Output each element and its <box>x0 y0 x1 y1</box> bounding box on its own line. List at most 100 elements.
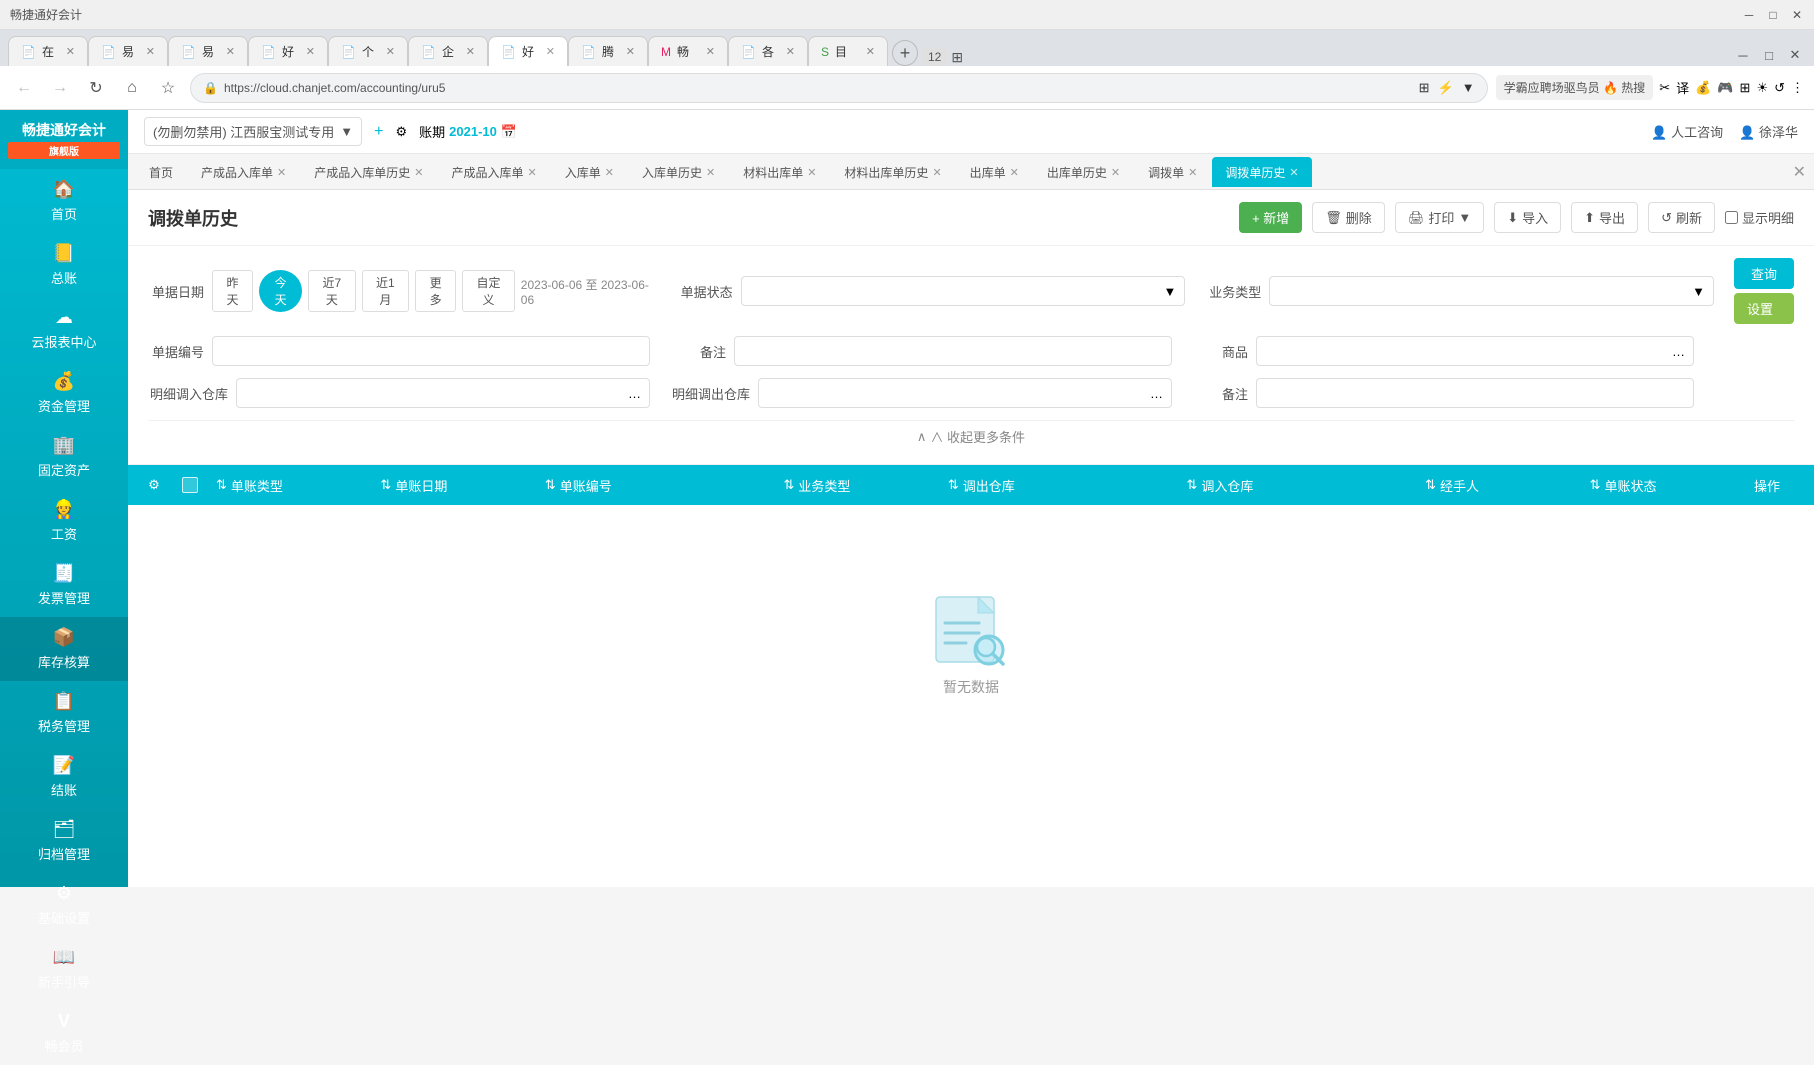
tab-product-in[interactable]: 产成品入库单 ✕ <box>188 157 299 187</box>
browser-tab-7[interactable]: 📄好✕ <box>488 36 568 66</box>
refresh-button[interactable]: ↺ 刷新 <box>1648 202 1715 233</box>
tab-material-out-close[interactable]: ✕ <box>807 166 816 179</box>
sidebar-item-archive[interactable]: 🗂 归档管理 <box>0 809 128 873</box>
display-checkbox[interactable] <box>1725 211 1738 224</box>
th-settings[interactable]: ⚙ <box>136 477 172 493</box>
select-all-checkbox[interactable] <box>182 477 198 493</box>
date-custom-btn[interactable]: 自定义 <box>462 270 515 312</box>
tab-product-in2-close[interactable]: ✕ <box>528 166 537 179</box>
new-tab-button[interactable]: + <box>892 40 918 66</box>
sidebar-item-inventory[interactable]: 📦 库存核算 <box>0 617 128 681</box>
sidebar-item-vip[interactable]: V 畅会员 <box>0 1001 128 1065</box>
tab-out-close[interactable]: ✕ <box>1010 166 1019 179</box>
tab-product-in-close[interactable]: ✕ <box>277 166 286 179</box>
browser-tab-4[interactable]: 📄好✕ <box>248 36 328 66</box>
sidebar-item-closing[interactable]: 📝 结账 <box>0 745 128 809</box>
th-handler[interactable]: ⇅ 经手人 <box>1417 476 1581 495</box>
tab-transfer-close[interactable]: ✕ <box>1188 166 1197 179</box>
tab-in[interactable]: 入库单 ✕ <box>552 157 627 187</box>
date-more-btn[interactable]: 更多 <box>415 270 456 312</box>
tab-in-close[interactable]: ✕ <box>605 166 614 179</box>
import-button[interactable]: ⬇ 导入 <box>1494 202 1561 233</box>
query-button[interactable]: 查询 <box>1734 258 1794 289</box>
tab-material-out[interactable]: 材料出库单 ✕ <box>730 157 829 187</box>
user-profile-btn[interactable]: 👤 徐泽华 <box>1739 122 1798 141</box>
settings-button[interactable]: 设置 <box>1734 293 1794 324</box>
browser-tab-6[interactable]: 📄企✕ <box>408 36 488 66</box>
tab-home[interactable]: 首页 <box>136 157 186 187</box>
sidebar-item-payroll[interactable]: 👷 工资 <box>0 489 128 553</box>
print-button[interactable]: 🖨 打印 ▼ <box>1395 202 1484 233</box>
browser-tab-3[interactable]: 📄易✕ <box>168 36 248 66</box>
detail-in-select[interactable]: … <box>236 378 650 408</box>
add-company-btn[interactable]: + <box>374 123 383 141</box>
biz-select[interactable]: ▼ <box>1269 276 1714 306</box>
date-today-btn[interactable]: 今天 <box>259 270 302 312</box>
th-transfer-out[interactable]: ⇅ 调出仓库 <box>940 476 1179 495</box>
date-yesterday-btn[interactable]: 昨天 <box>212 270 253 312</box>
service-btn[interactable]: 👤 人工咨询 <box>1651 122 1723 141</box>
collapse-filter-btn[interactable]: ∧ ∧ 收起更多条件 <box>148 420 1794 452</box>
date-1month-btn[interactable]: 近1月 <box>362 270 409 312</box>
sidebar-item-settings[interactable]: ⚙ 基础设置 <box>0 873 128 937</box>
tab-transfer[interactable]: 调拨单 ✕ <box>1135 157 1210 187</box>
tab-product-in-hist[interactable]: 产成品入库单历史 ✕ <box>301 157 436 187</box>
docnum-input[interactable] <box>212 336 650 366</box>
sidebar-item-reports[interactable]: ☁ 云报表中心 <box>0 297 128 361</box>
sidebar-item-assets[interactable]: 🏢 固定资产 <box>0 425 128 489</box>
browser-tab-2[interactable]: 📄易✕ <box>88 36 168 66</box>
display-toggle[interactable]: 显示明细 <box>1725 208 1794 227</box>
th-doc-type[interactable]: ⇅ 单账类型 <box>208 476 372 495</box>
status-select[interactable]: ▼ <box>741 276 1186 306</box>
tab-out[interactable]: 出库单 ✕ <box>957 157 1032 187</box>
th-doc-status[interactable]: ⇅ 单账状态 <box>1582 476 1746 495</box>
note-input[interactable] <box>1256 378 1694 408</box>
browser-tab-5[interactable]: 📄个✕ <box>328 36 408 66</box>
forward-button[interactable]: → <box>46 74 74 102</box>
tab-in-hist[interactable]: 入库单历史 ✕ <box>629 157 728 187</box>
date-7days-btn[interactable]: 近7天 <box>308 270 355 312</box>
new-button[interactable]: + 新增 <box>1239 202 1302 233</box>
tab-product-in2[interactable]: 产成品入库单 ✕ <box>438 157 549 187</box>
settings-gear[interactable]: ⚙ <box>396 124 408 140</box>
reload-button[interactable]: ↻ <box>82 74 110 102</box>
browser-max-button[interactable]: □ <box>1758 44 1780 66</box>
maximize-button[interactable]: □ <box>1762 4 1784 26</box>
th-doc-date[interactable]: ⇅ 单账日期 <box>372 476 536 495</box>
goods-select[interactable]: … <box>1256 336 1694 366</box>
tab-in-hist-close[interactable]: ✕ <box>706 166 715 179</box>
tab-transfer-hist[interactable]: 调拨单历史 ✕ <box>1212 157 1311 187</box>
th-checkbox[interactable] <box>172 477 208 493</box>
sidebar-item-guide[interactable]: 📖 新手引导 <box>0 937 128 1001</box>
bookmark-button[interactable]: ☆ <box>154 74 182 102</box>
browser-tab-8[interactable]: 📄腾✕ <box>568 36 648 66</box>
browser-tab-10[interactable]: 📄各✕ <box>728 36 808 66</box>
th-doc-num[interactable]: ⇅ 单账编号 <box>537 476 776 495</box>
company-selector[interactable]: (勿删勿禁用) 江西服宝测试专用 ▼ <box>144 117 362 146</box>
tab-transfer-hist-close[interactable]: ✕ <box>1289 166 1298 179</box>
sidebar-item-ledger[interactable]: 📒 总账 <box>0 233 128 297</box>
th-biz-type[interactable]: ⇅ 业务类型 <box>775 476 939 495</box>
tab-material-out-hist-close[interactable]: ✕ <box>932 166 941 179</box>
tab-bar-close[interactable]: ✕ <box>1793 162 1806 182</box>
browser-tab-1[interactable]: 📄在✕ <box>8 36 88 66</box>
browser-min-button[interactable]: ─ <box>1732 44 1754 66</box>
minimize-button[interactable]: ─ <box>1738 4 1760 26</box>
tab-material-out-hist[interactable]: 材料出库单历史 ✕ <box>831 157 954 187</box>
browser-close-button[interactable]: ✕ <box>1784 44 1806 66</box>
remark-input[interactable] <box>734 336 1172 366</box>
back-button[interactable]: ← <box>10 74 38 102</box>
home-button[interactable]: ⌂ <box>118 74 146 102</box>
sidebar-item-invoices[interactable]: 🧾 发票管理 <box>0 553 128 617</box>
th-transfer-in[interactable]: ⇅ 调入仓库 <box>1179 476 1418 495</box>
browser-tab-9[interactable]: M畅✕ <box>648 36 728 66</box>
address-bar[interactable]: 🔒 https://cloud.chanjet.com/accounting/u… <box>190 73 1488 103</box>
sidebar-item-tax[interactable]: 📋 税务管理 <box>0 681 128 745</box>
delete-button[interactable]: 🗑 删除 <box>1312 202 1385 233</box>
tab-out-hist[interactable]: 出库单历史 ✕ <box>1034 157 1133 187</box>
sidebar-item-funds[interactable]: 💰 资金管理 <box>0 361 128 425</box>
tab-product-in-hist-close[interactable]: ✕ <box>414 166 423 179</box>
export-button[interactable]: ⬆ 导出 <box>1571 202 1638 233</box>
detail-out-select[interactable]: … <box>758 378 1172 408</box>
close-button[interactable]: ✕ <box>1786 4 1808 26</box>
